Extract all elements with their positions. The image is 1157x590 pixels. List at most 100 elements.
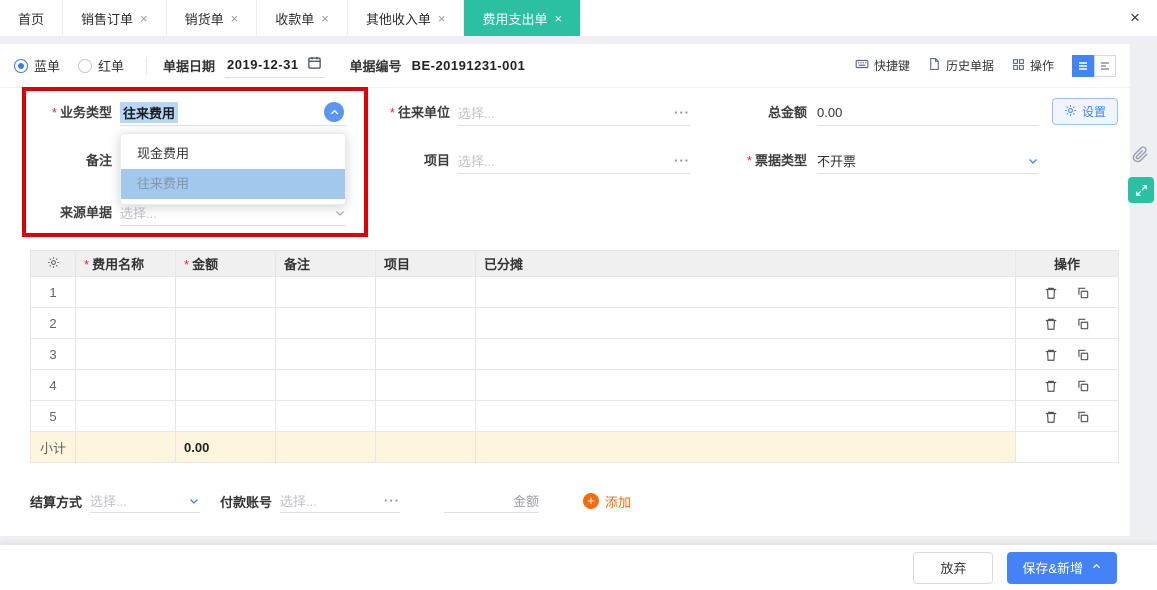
subtotal-empty	[475, 431, 1016, 463]
cell-remark[interactable]	[275, 307, 376, 339]
business-type-field[interactable]: 往来费用	[120, 100, 346, 126]
cell-remark[interactable]	[275, 276, 376, 308]
save-and-new-button[interactable]: 保存&新增	[1007, 551, 1117, 584]
cell-expense-name[interactable]	[75, 369, 176, 401]
cell-allocated[interactable]	[475, 338, 1016, 370]
invoice-type-field[interactable]: 不开票	[817, 148, 1039, 174]
required-icon: *	[51, 105, 57, 120]
gear-icon[interactable]	[47, 256, 60, 272]
payment-account-placeholder: 选择...	[280, 494, 317, 509]
calendar-icon[interactable]	[307, 55, 322, 73]
radio-red-bill[interactable]: 红单	[78, 56, 124, 75]
document-toolbar: 蓝单 红单 单据日期 2019-12-31 单据编号 BE-20191231-0…	[0, 44, 1130, 88]
chevron-down-icon[interactable]	[188, 495, 200, 507]
cell-amount[interactable]	[175, 276, 276, 308]
cell-operations	[1015, 276, 1119, 308]
settlement-amount-field[interactable]: 金额	[444, 489, 540, 513]
date-field[interactable]: 2019-12-31	[225, 53, 324, 78]
dropdown-option-current-expense[interactable]: 往来费用	[121, 169, 345, 199]
settlement-method-field[interactable]: 选择...	[90, 489, 201, 513]
tab-label: 销货单	[184, 11, 224, 27]
copy-row-icon[interactable]	[1076, 379, 1090, 393]
delete-row-icon[interactable]	[1044, 317, 1058, 331]
cell-allocated[interactable]	[475, 400, 1016, 432]
copy-row-icon[interactable]	[1076, 317, 1090, 331]
delete-row-icon[interactable]	[1044, 348, 1058, 362]
history-documents-button[interactable]: 历史单据	[928, 57, 994, 74]
fullscreen-expand-icon[interactable]	[1128, 177, 1154, 203]
ellipsis-icon[interactable]: ···	[384, 493, 400, 508]
payment-account-label: 付款账号	[220, 494, 273, 510]
attachment-paperclip-icon[interactable]	[1132, 146, 1149, 166]
cell-amount[interactable]	[175, 369, 276, 401]
delete-row-icon[interactable]	[1044, 286, 1058, 300]
cell-project[interactable]	[375, 338, 476, 370]
cell-project[interactable]	[375, 400, 476, 432]
cell-project[interactable]	[375, 369, 476, 401]
tab-close-icon[interactable]: ×	[140, 12, 148, 25]
chevron-down-icon[interactable]	[334, 207, 346, 219]
radio-checked-icon	[14, 58, 28, 73]
close-icon[interactable]: ×	[1121, 0, 1149, 36]
delete-row-icon[interactable]	[1044, 410, 1058, 424]
dropdown-option-cash-expense[interactable]: 现金费用	[121, 139, 345, 169]
radio-blue-bill[interactable]: 蓝单	[14, 56, 60, 75]
date-value: 2019-12-31	[227, 56, 299, 72]
cell-remark[interactable]	[275, 338, 376, 370]
copy-row-icon[interactable]	[1076, 348, 1090, 362]
tab-close-icon[interactable]: ×	[231, 12, 239, 25]
cell-expense-name[interactable]	[75, 307, 176, 339]
cell-allocated[interactable]	[475, 276, 1016, 308]
cell-remark[interactable]	[275, 369, 376, 401]
list-view-button[interactable]	[1072, 54, 1094, 77]
radio-blue-label: 蓝单	[34, 59, 61, 74]
partner-field[interactable]: 选择... ···	[458, 100, 690, 126]
operations-button[interactable]: 操作	[1012, 57, 1054, 74]
tab-home[interactable]: 首页	[0, 0, 64, 36]
cell-allocated[interactable]	[475, 307, 1016, 339]
source-document-label: 来源单据	[59, 205, 112, 220]
detail-view-button[interactable]	[1094, 54, 1116, 77]
cell-allocated[interactable]	[475, 369, 1016, 401]
tab-sales-delivery[interactable]: 销货单 ×	[167, 0, 258, 36]
tab-sales-order[interactable]: 销售订单 ×	[63, 0, 167, 36]
chevron-down-icon[interactable]	[1027, 155, 1039, 167]
discard-button[interactable]: 放弃	[913, 551, 994, 584]
project-label: 项目	[423, 153, 450, 168]
project-field[interactable]: 选择... ···	[458, 148, 690, 174]
cell-project[interactable]	[375, 307, 476, 339]
header-remark: 备注	[275, 250, 376, 277]
subtotal-empty	[275, 431, 376, 463]
ellipsis-icon[interactable]: ···	[674, 153, 690, 168]
tab-label: 销售订单	[81, 11, 134, 27]
delete-row-icon[interactable]	[1044, 379, 1058, 393]
cell-expense-name[interactable]	[75, 276, 176, 308]
ellipsis-icon[interactable]: ···	[674, 105, 690, 120]
settings-button[interactable]: 设置	[1051, 98, 1118, 125]
cell-amount[interactable]	[175, 307, 276, 339]
tab-expense-bill-active[interactable]: 费用支出单 ×	[464, 0, 581, 36]
tab-other-income[interactable]: 其他收入单 ×	[348, 0, 465, 36]
cell-amount[interactable]	[175, 400, 276, 432]
table-row: 3	[30, 338, 1119, 370]
tab-close-icon[interactable]: ×	[554, 12, 562, 25]
doc-number-field[interactable]: BE-20191231-001	[412, 58, 526, 73]
tab-close-icon[interactable]: ×	[438, 12, 446, 25]
cell-remark[interactable]	[275, 400, 376, 432]
add-settlement-button[interactable]: + 添加	[583, 492, 631, 511]
tab-label: 首页	[18, 11, 45, 27]
cell-expense-name[interactable]	[75, 400, 176, 432]
total-amount-value: 0.00	[817, 105, 843, 120]
copy-row-icon[interactable]	[1076, 410, 1090, 424]
cell-project[interactable]	[375, 276, 476, 308]
tab-close-icon[interactable]: ×	[321, 12, 329, 25]
shortcut-keys-button[interactable]: 快捷键	[855, 57, 910, 74]
total-amount-field[interactable]: 0.00	[817, 100, 1039, 126]
copy-row-icon[interactable]	[1076, 286, 1090, 300]
column-settings-cell[interactable]	[30, 250, 76, 277]
cell-expense-name[interactable]	[75, 338, 176, 370]
payment-account-field[interactable]: 选择... ···	[280, 489, 401, 513]
cell-amount[interactable]	[175, 338, 276, 370]
collapse-dropdown-button[interactable]	[324, 102, 344, 122]
tab-receipt[interactable]: 收款单 ×	[257, 0, 348, 36]
